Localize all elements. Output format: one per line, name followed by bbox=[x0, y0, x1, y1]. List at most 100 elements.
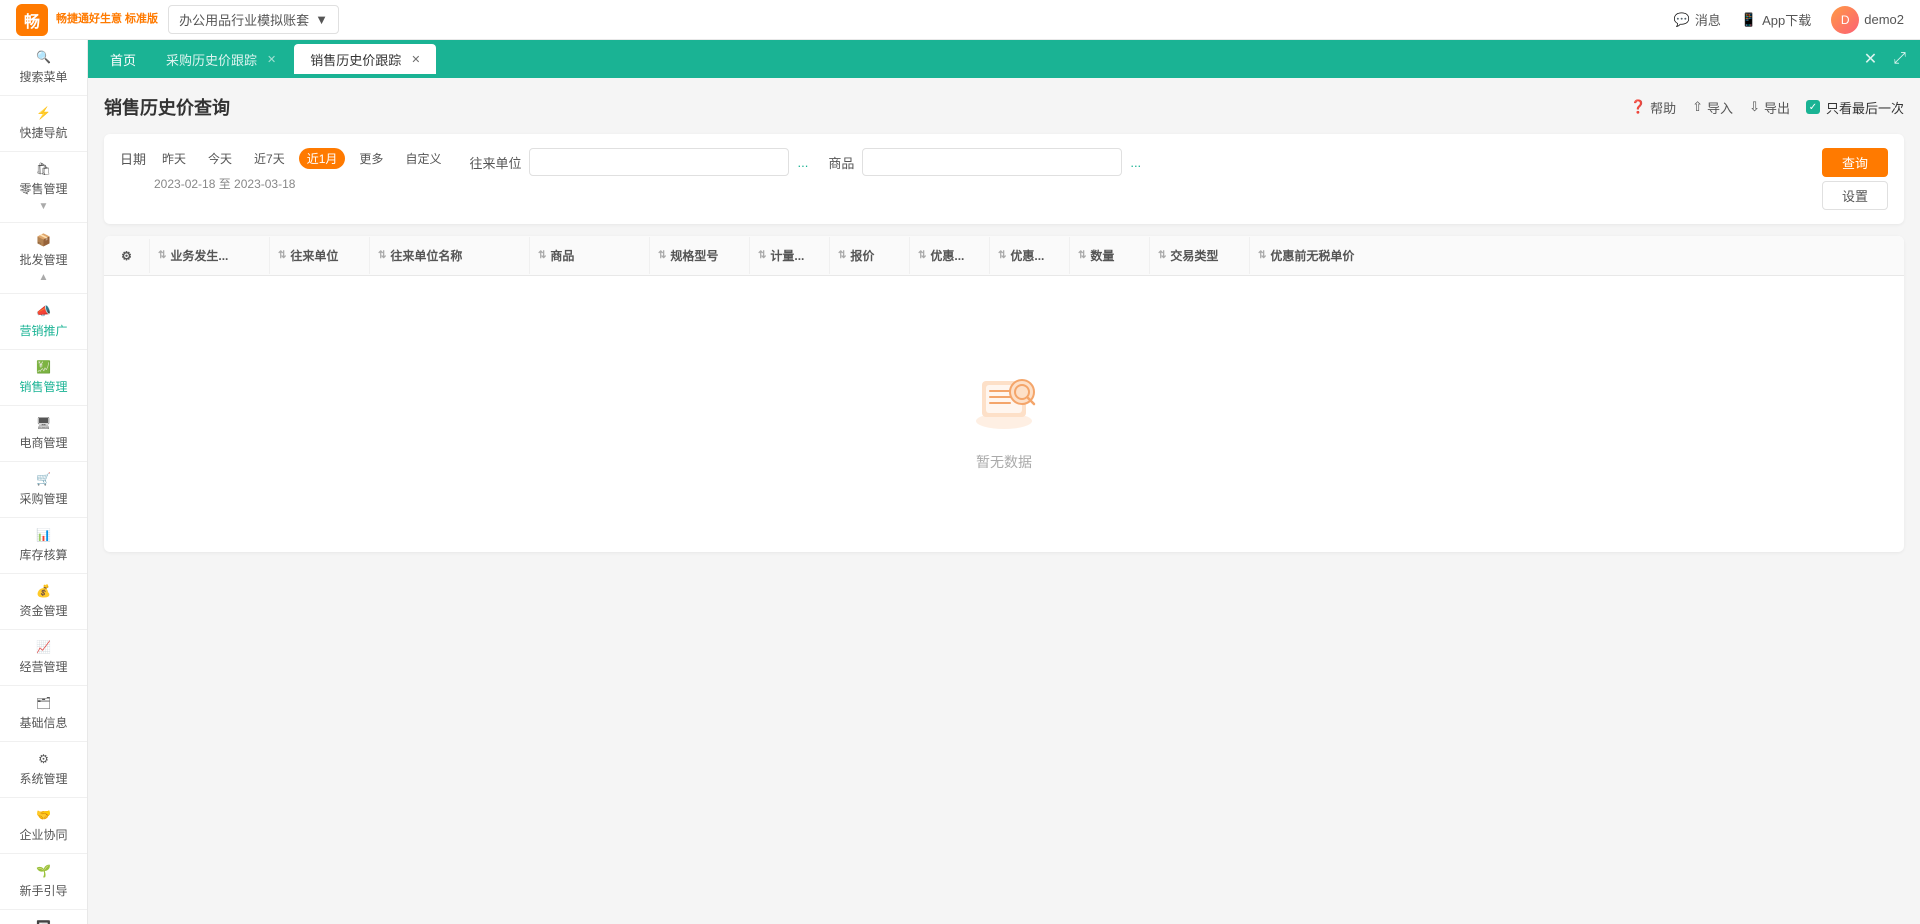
th-label: 商品 bbox=[550, 247, 574, 264]
partner-input[interactable] bbox=[529, 148, 789, 176]
export-button[interactable]: ⇩ 导出 bbox=[1749, 98, 1790, 117]
query-button[interactable]: 查询 bbox=[1822, 148, 1888, 177]
help-icon: ❓ bbox=[1630, 99, 1646, 115]
appcenter-icon: 🔲 bbox=[36, 920, 51, 924]
user-action[interactable]: D demo2 bbox=[1831, 6, 1904, 34]
last-only-area[interactable]: ✓ 只看最后一次 bbox=[1806, 98, 1904, 117]
th-business[interactable]: ⇅ 业务发生... bbox=[150, 237, 270, 274]
chevron-down-icon: ▼ bbox=[315, 12, 328, 27]
sort-icon: ⇅ bbox=[998, 250, 1006, 261]
marketing-icon: 📣 bbox=[36, 304, 51, 318]
tab-home[interactable]: 首页 bbox=[98, 44, 148, 74]
date-option-more[interactable]: 更多 bbox=[351, 148, 391, 169]
basic-icon: 🗂 bbox=[36, 696, 51, 710]
date-option-today[interactable]: 今天 bbox=[200, 148, 240, 169]
app-selector-label: 办公用品行业模拟账套 bbox=[179, 10, 309, 29]
sidebar-item-wholesale[interactable]: 📦 批发管理 ▲ bbox=[0, 223, 87, 294]
sidebar-item-ecommerce[interactable]: 🖥 电商管理 bbox=[0, 406, 87, 462]
sidebar-item-basic[interactable]: 🗂 基础信息 bbox=[0, 686, 87, 742]
tab-purchase-history[interactable]: 采购历史价跟踪 ✕ bbox=[150, 44, 292, 74]
collab-icon: 🤝 bbox=[36, 808, 51, 822]
date-label: 日期 bbox=[120, 149, 146, 168]
message-icon: 💬 bbox=[1674, 12, 1690, 28]
sidebar-item-label: 销售管理 bbox=[19, 378, 67, 395]
sort-icon: ⇅ bbox=[158, 250, 166, 261]
product-dots-btn[interactable]: ... bbox=[1130, 155, 1141, 170]
tab-sales-history[interactable]: 销售历史价跟踪 ✕ bbox=[294, 44, 436, 74]
th-product[interactable]: ⇅ 商品 bbox=[530, 237, 650, 274]
date-option-yesterday[interactable]: 昨天 bbox=[154, 148, 194, 169]
th-unit[interactable]: ⇅ 计量... bbox=[750, 237, 830, 274]
close-window-icon[interactable]: ✕ bbox=[1860, 45, 1881, 73]
close-icon[interactable]: ✕ bbox=[411, 53, 420, 66]
th-spec[interactable]: ⇅ 规格型号 bbox=[650, 237, 750, 274]
sidebar-item-label: 批发管理 bbox=[19, 251, 67, 268]
th-settings[interactable]: ⚙ bbox=[104, 239, 150, 273]
th-label: 计量... bbox=[770, 247, 804, 264]
empty-state: 暂无数据 bbox=[104, 276, 1904, 552]
th-discount2[interactable]: ⇅ 优惠... bbox=[990, 237, 1070, 274]
sidebar-item-sales[interactable]: 💹 销售管理 bbox=[0, 350, 87, 406]
th-pretax[interactable]: ⇅ 优惠前无税单价 bbox=[1250, 237, 1904, 274]
download-label: App下载 bbox=[1762, 10, 1811, 29]
newbie-icon: 🌱 bbox=[36, 864, 51, 878]
sidebar-item-operations[interactable]: 📈 经营管理 bbox=[0, 630, 87, 686]
sidebar-item-newbie[interactable]: 🌱 新手引导 bbox=[0, 854, 87, 910]
partner-dots-btn[interactable]: ... bbox=[797, 155, 808, 170]
main-content: 销售历史价查询 ❓ 帮助 ⇧ 导入 ⇩ 导出 ✓ 只看最后一次 bbox=[88, 78, 1920, 924]
th-trade[interactable]: ⇅ 交易类型 bbox=[1150, 237, 1250, 274]
sidebar-item-system[interactable]: ⚙ 系统管理 bbox=[0, 742, 87, 798]
maximize-icon[interactable]: ⤢ bbox=[1889, 46, 1910, 72]
help-button[interactable]: ❓ 帮助 bbox=[1630, 98, 1676, 117]
page-title: 销售历史价查询 bbox=[104, 94, 230, 120]
import-button[interactable]: ⇧ 导入 bbox=[1692, 98, 1733, 117]
th-partner-name[interactable]: ⇅ 往来单位名称 bbox=[370, 237, 530, 274]
sort-icon: ⇅ bbox=[378, 250, 386, 261]
checkbox-icon: ✓ bbox=[1806, 100, 1820, 114]
date-option-1month[interactable]: 近1月 bbox=[299, 148, 346, 169]
sidebar-item-label: 搜索菜单 bbox=[19, 68, 67, 85]
message-label: 消息 bbox=[1695, 10, 1721, 29]
sort-icon: ⇅ bbox=[1258, 250, 1266, 261]
sort-icon: ⇅ bbox=[658, 250, 666, 261]
sidebar-item-quicknav[interactable]: ⚡ 快捷导航 bbox=[0, 96, 87, 152]
sidebar-item-purchase[interactable]: 🛒 采购管理 bbox=[0, 462, 87, 518]
app-selector[interactable]: 办公用品行业模拟账套 ▼ bbox=[168, 5, 339, 34]
sidebar-item-label: 新手引导 bbox=[19, 882, 67, 899]
top-bar-left: 畅 畅捷通好生意 标准版 办公用品行业模拟账套 ▼ bbox=[16, 4, 339, 36]
date-option-custom[interactable]: 自定义 bbox=[397, 148, 449, 169]
wholesale-icon: 📦 bbox=[36, 233, 51, 247]
sidebar-item-finance[interactable]: 💰 资金管理 bbox=[0, 574, 87, 630]
sidebar-item-marketing[interactable]: 📣 营销推广 bbox=[0, 294, 87, 350]
sidebar-item-collab[interactable]: 🤝 企业协同 bbox=[0, 798, 87, 854]
th-partner[interactable]: ⇅ 往来单位 bbox=[270, 237, 370, 274]
empty-illustration bbox=[964, 356, 1044, 436]
sidebar-item-label: 电商管理 bbox=[19, 434, 67, 451]
sort-icon: ⇅ bbox=[278, 250, 286, 261]
retail-icon: 🛍 bbox=[36, 162, 51, 176]
th-discount1[interactable]: ⇅ 优惠... bbox=[910, 237, 990, 274]
sidebar-item-retail[interactable]: 🛍 零售管理 ▼ bbox=[0, 152, 87, 223]
tab-label: 销售历史价跟踪 bbox=[310, 50, 401, 69]
sidebar-item-inventory[interactable]: 📊 库存核算 bbox=[0, 518, 87, 574]
sidebar-item-label: 采购管理 bbox=[19, 490, 67, 507]
sort-icon: ⇅ bbox=[1078, 250, 1086, 261]
th-label: 优惠... bbox=[1010, 247, 1044, 264]
close-icon[interactable]: ✕ bbox=[267, 53, 276, 66]
ecommerce-icon: 🖥 bbox=[36, 416, 51, 430]
inventory-icon: 📊 bbox=[36, 528, 51, 542]
last-only-label: 只看最后一次 bbox=[1826, 98, 1904, 117]
finance-icon: 💰 bbox=[36, 584, 51, 598]
th-price[interactable]: ⇅ 报价 bbox=[830, 237, 910, 274]
logo-icon: 畅 bbox=[16, 4, 48, 36]
logo-area: 畅 畅捷通好生意 标准版 bbox=[16, 4, 158, 36]
sidebar-item-appcenter[interactable]: 🔲 应用中心 bbox=[0, 910, 87, 924]
product-input[interactable] bbox=[862, 148, 1122, 176]
th-qty[interactable]: ⇅ 数量 bbox=[1070, 237, 1150, 274]
message-action[interactable]: 💬 消息 bbox=[1674, 10, 1721, 29]
sidebar-item-search[interactable]: 🔍 搜索菜单 bbox=[0, 40, 87, 96]
download-action[interactable]: 📱 App下载 bbox=[1741, 10, 1811, 29]
table-header-row: ⚙ ⇅ 业务发生... ⇅ 往来单位 ⇅ 往来单位名称 ⇅ 商品 ⇅ 规格型号 bbox=[104, 236, 1904, 276]
date-option-7days[interactable]: 近7天 bbox=[246, 148, 293, 169]
setting-button[interactable]: 设置 bbox=[1822, 181, 1888, 210]
